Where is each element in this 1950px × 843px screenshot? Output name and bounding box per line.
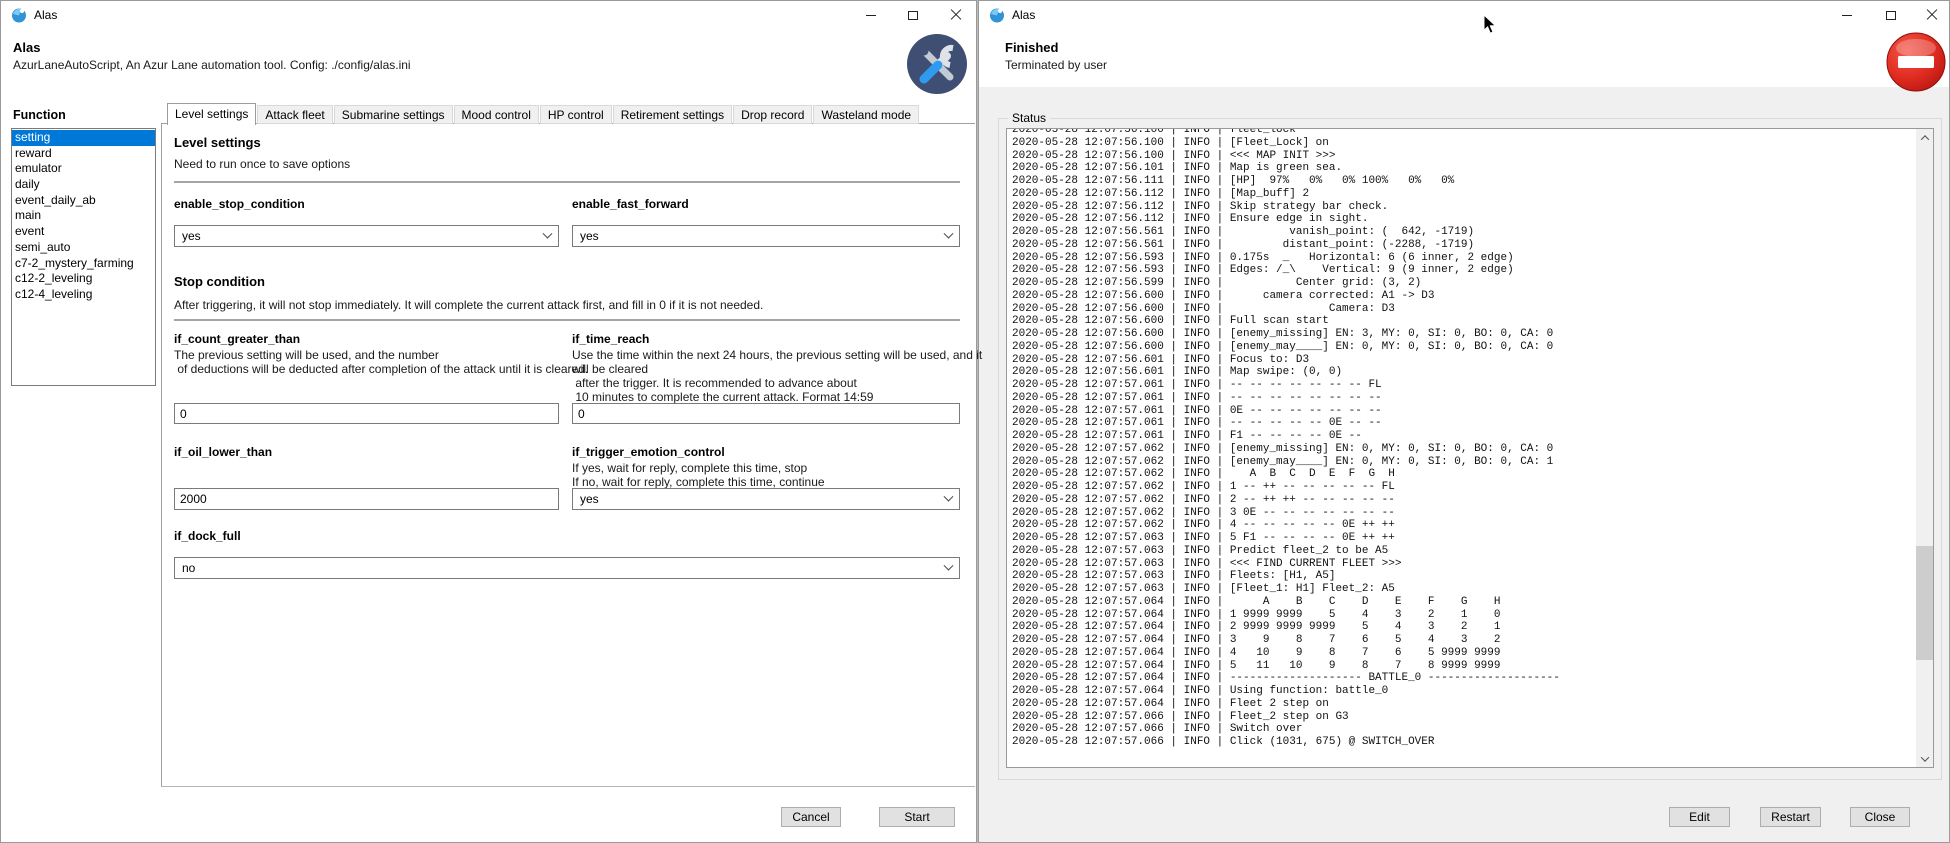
window-title: Alas [1012,8,1035,22]
function-item-c12-2-leveling[interactable]: c12-2_leveling [12,271,155,287]
function-panel-label: Function [13,108,66,122]
window-title: Alas [34,8,57,22]
function-item-main[interactable]: main [12,208,155,224]
tab-wasteland-mode[interactable]: Wasteland mode [813,105,919,124]
close-icon [950,9,962,21]
tools-icon [907,34,967,94]
stop-icon [1885,31,1947,93]
chevron-down-icon [944,228,954,238]
log-output: 2020-05-28 12:07:56.100 | INFO | fleet_l… [1012,129,1915,749]
function-item-event[interactable]: event [12,224,155,240]
page-title: Alas [13,40,40,55]
section-subtitle-stop-condition: After triggering, it will not stop immed… [174,298,763,312]
divider [174,181,960,183]
log-scrollbar [1916,129,1933,767]
function-item-event-daily-ab[interactable]: event_daily_ab [12,193,155,209]
function-item-emulator[interactable]: emulator [12,161,155,177]
minimize-button[interactable] [1825,1,1869,29]
minimize-icon [866,15,876,16]
minimize-icon [1842,15,1852,16]
section-heading-level-settings: Level settings [174,135,261,150]
config-titlebar[interactable]: Alas [1,1,976,29]
select-value: yes [580,229,599,243]
chevron-down-icon [944,560,954,570]
alas-config-window: Alas Alas AzurLaneAutoScript, An Azur La… [0,0,977,843]
level-settings-panel: Level settings Need to run once to save … [161,123,975,787]
desc-if-time-reach: Use the time within the next 24 hours, t… [572,348,982,404]
tab-mood-control[interactable]: Mood control [454,105,539,124]
log-scroll-area[interactable]: 2020-05-28 12:07:56.100 | INFO | fleet_l… [1006,128,1934,768]
status-subtitle: Terminated by user [1005,58,1107,72]
restart-button[interactable]: Restart [1760,807,1821,827]
cancel-button[interactable]: Cancel [781,807,841,827]
tab-submarine-settings[interactable]: Submarine settings [334,105,453,124]
alas-logo-icon [989,7,1005,23]
status-title: Finished [1005,40,1058,55]
function-item-setting[interactable]: setting [12,130,155,146]
chevron-down-icon [944,491,954,501]
select-if-dock-full[interactable]: no [174,557,960,579]
select-if-trigger-emotion-control[interactable]: yes [572,488,960,510]
chevron-up-icon [1920,135,1928,143]
tab-level-settings[interactable]: Level settings [167,103,256,125]
label-if-trigger-emotion-control: if_trigger_emotion_control [572,445,725,459]
mouse-cursor [1483,14,1497,35]
input-if-oil-lower-than[interactable] [174,488,559,510]
minimize-button[interactable] [850,1,892,29]
label-if-oil-lower-than: if_oil_lower_than [174,445,272,459]
desc-if-count-greater-than: The previous setting will be used, and t… [174,348,588,376]
close-button[interactable] [934,1,977,29]
tab-drop-record[interactable]: Drop record [733,105,812,124]
function-item-reward[interactable]: reward [12,146,155,162]
settings-tabbar: Level settings Attack fleet Submarine se… [167,105,920,127]
input-if-count-greater-than[interactable] [174,403,559,424]
label-if-time-reach: if_time_reach [572,332,649,346]
select-value: no [182,561,195,575]
tab-attack-fleet[interactable]: Attack fleet [257,105,332,124]
status-groupbox-label: Status [1008,111,1050,125]
divider [174,319,960,321]
tab-retirement-settings[interactable]: Retirement settings [613,105,732,124]
label-if-count-greater-than: if_count_greater_than [174,332,300,346]
close-dialog-button[interactable]: Close [1850,807,1910,827]
chevron-down-icon [543,228,553,238]
label-if-dock-full: if_dock_full [174,529,241,543]
function-item-semi-auto[interactable]: semi_auto [12,240,155,256]
desktop: Alas Alas AzurLaneAutoScript, An Azur La… [0,0,1950,843]
alas-logo-icon [11,7,27,23]
maximize-icon [1886,11,1896,20]
maximize-icon [908,11,918,20]
edit-button[interactable]: Edit [1669,807,1730,827]
chevron-down-icon [1920,753,1928,761]
label-enable-stop-condition: enable_stop_condition [174,197,305,211]
desc-if-trigger-emotion-control: If yes, wait for reply, complete this ti… [572,461,825,489]
select-value: yes [182,229,201,243]
scroll-up-button[interactable] [1916,129,1933,146]
label-enable-fast-forward: enable_fast_forward [572,197,689,211]
function-item-c7-2-mystery-farming[interactable]: c7-2_mystery_farming [12,256,155,272]
status-titlebar[interactable]: Alas [979,1,1949,29]
scroll-down-button[interactable] [1916,750,1933,767]
input-if-time-reach[interactable] [572,403,960,424]
select-enable-fast-forward[interactable]: yes [572,225,960,247]
alas-status-window: Alas Finished Terminated by user Status … [978,0,1950,843]
section-heading-stop-condition: Stop condition [174,274,265,289]
close-button[interactable] [1913,1,1950,29]
select-enable-stop-condition[interactable]: yes [174,225,559,247]
start-button[interactable]: Start [879,807,955,827]
function-list: setting reward emulator daily event_dail… [11,128,156,386]
log-viewport: 2020-05-28 12:07:56.100 | INFO | fleet_l… [1012,129,1915,767]
page-subtitle: AzurLaneAutoScript, An Azur Lane automat… [13,58,411,72]
function-item-daily[interactable]: daily [12,177,155,193]
maximize-button[interactable] [892,1,934,29]
maximize-button[interactable] [1869,1,1913,29]
function-item-c12-4-leveling[interactable]: c12-4_leveling [12,287,155,303]
tab-hp-control[interactable]: HP control [540,105,612,124]
select-value: yes [580,492,599,506]
status-groupbox: Status 2020-05-28 12:07:56.100 | INFO | … [998,118,1942,780]
close-icon [1926,9,1938,21]
section-subtitle-level-settings: Need to run once to save options [174,157,350,171]
scrollbar-thumb[interactable] [1916,546,1933,660]
